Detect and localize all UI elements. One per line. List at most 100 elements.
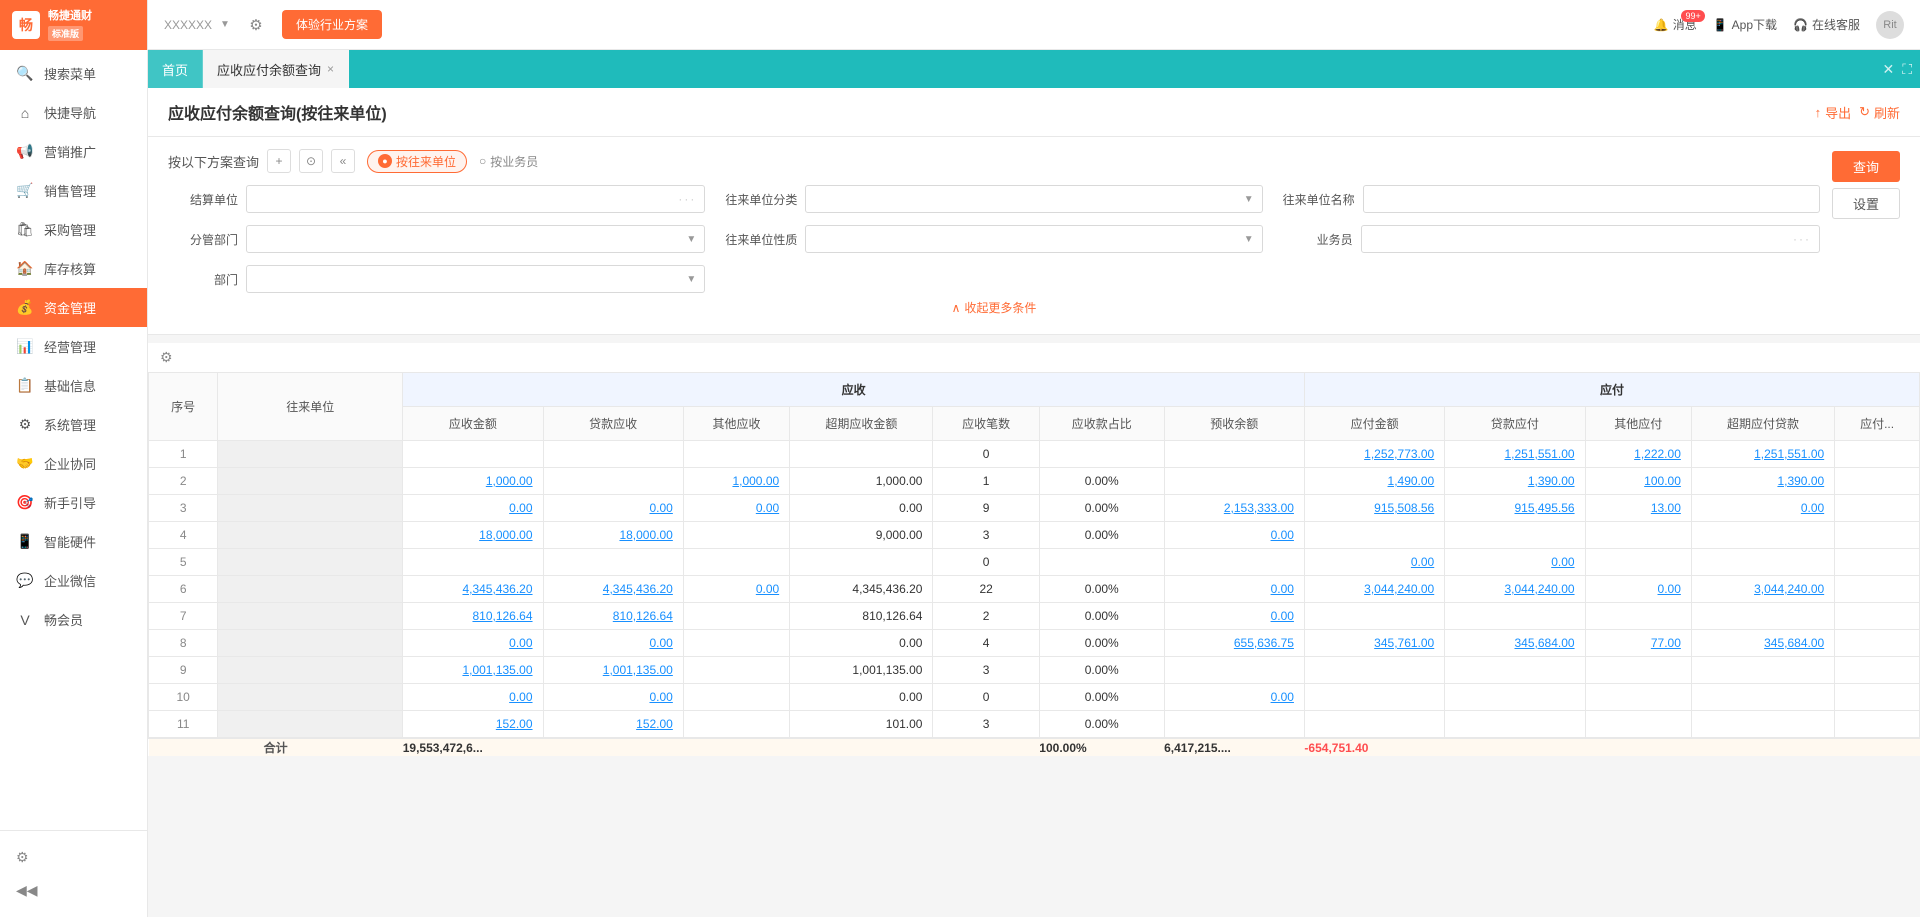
sidebar-corp-icon: 🤝: [16, 455, 34, 473]
filter-salesman-label: 按业务员: [490, 153, 538, 170]
main-content: 应收应付余额查询(按往来单位) ↑ 导出 ↻ 刷新 按以下方案查询 + ⊙ «: [148, 88, 1920, 917]
sidebar-search-icon: 🔍: [16, 65, 34, 83]
sidebar-inventory-icon: 🏠: [16, 260, 34, 278]
field-partner-nature: 往来单位性质 ▼: [725, 225, 1262, 253]
total-row: 合计 19,553,472,6... 100.00% 6,417,215....…: [149, 738, 1920, 756]
setting-button[interactable]: 设置: [1832, 188, 1900, 219]
company-cell: [218, 684, 403, 711]
total-ar-overdue: [790, 738, 933, 756]
sidebar-item-system[interactable]: ⚙ 系统管理: [0, 405, 147, 444]
tabbar-expand-icon[interactable]: ⛶: [1902, 61, 1912, 78]
sidebar-sales-icon: 🛒: [16, 182, 34, 200]
input-partner-name[interactable]: [1363, 185, 1820, 213]
sidebar-item-sales[interactable]: 🛒 销售管理: [0, 171, 147, 210]
col-ap-loan: 贷款应付: [1445, 407, 1585, 441]
input-salesman[interactable]: ···: [1361, 225, 1820, 253]
breadcrumb-caret[interactable]: ▼: [220, 19, 230, 30]
table-settings-icon[interactable]: ⚙: [160, 349, 173, 366]
input-partner-category[interactable]: ▼: [805, 185, 1262, 213]
search-grid-wrapper: 按以下方案查询 + ⊙ « ● 按往来单位 ○ 按业务员: [168, 149, 1900, 322]
table-scroll[interactable]: 序号 往来单位 应收 应付 应收金额 贷款应收 其他应收 超期应收金额 应收笔数…: [148, 372, 1920, 756]
page-actions: ↑ 导出 ↻ 刷新: [1815, 103, 1900, 122]
filter-by-company[interactable]: ● 按往来单位: [367, 150, 467, 173]
table-area: ⚙ 序号 往来单位 应收 应付 应收金额 贷款应收 其他应收 超期应收金额: [148, 343, 1920, 756]
tab-home-label: 首页: [162, 60, 188, 79]
table-body: 101,252,773.001,251,551.001,222.001,251,…: [149, 441, 1920, 739]
sidebar-item-purchase[interactable]: 🛍 采购管理: [0, 210, 147, 249]
collapse-btn[interactable]: ∧ 收起更多条件: [168, 293, 1820, 322]
promo-button[interactable]: 体验行业方案: [282, 10, 382, 39]
sidebar-corp-label: 企业协同: [44, 454, 96, 473]
table-row: 30.000.000.000.0090.00%2,153,333.00915,5…: [149, 495, 1920, 522]
col-ar-ratio: 应收款占比: [1039, 407, 1164, 441]
sidebar-item-basic[interactable]: 📋 基础信息: [0, 366, 147, 405]
sidebar-item-hardware[interactable]: 📱 智能硬件: [0, 522, 147, 561]
filter-settings-btn[interactable]: ⊙: [299, 149, 323, 173]
collapse-arrow-icon: ∧: [952, 301, 961, 315]
sidebar-settings-btn[interactable]: ⚙: [0, 841, 147, 874]
input-department[interactable]: ▼: [246, 265, 705, 293]
sidebar-logo: 畅 畅捷通财 标准版: [0, 0, 147, 50]
sidebar-finance-label: 资金管理: [44, 298, 96, 317]
sidebar-item-vip[interactable]: V 畅会员: [0, 600, 147, 639]
input-partner-nature[interactable]: ▼: [805, 225, 1262, 253]
sidebar-operation-label: 经营管理: [44, 337, 96, 356]
sidebar-item-corp[interactable]: 🤝 企业协同: [0, 444, 147, 483]
col-ar-prepay: 预收余额: [1164, 407, 1304, 441]
total-ap-more: [1835, 738, 1920, 756]
tabbar-close-icon[interactable]: ✕: [1882, 61, 1894, 78]
chevron-down-icon4: ▼: [686, 274, 696, 285]
add-filter-btn[interactable]: +: [267, 149, 291, 173]
table-settings-bar: ⚙: [148, 343, 1920, 372]
msg-badge: 99+: [1681, 10, 1704, 22]
sidebar-item-guide[interactable]: 🎯 新手引导: [0, 483, 147, 522]
sidebar-item-wechat[interactable]: 💬 企业微信: [0, 561, 147, 600]
app-download-button[interactable]: 📱 App下载: [1713, 16, 1777, 33]
bell-icon: 🔔: [1654, 18, 1669, 32]
sidebar-item-marketing[interactable]: 📢 营销推广: [0, 132, 147, 171]
export-icon: ↑: [1815, 105, 1822, 120]
input-settlement-unit[interactable]: ···: [246, 185, 705, 213]
total-label: 合计: [149, 738, 403, 756]
tab-home[interactable]: 首页: [148, 50, 203, 88]
sidebar-item-finance[interactable]: 💰 资金管理: [0, 288, 147, 327]
col-ar-count: 应收笔数: [933, 407, 1039, 441]
sidebar-item-search[interactable]: 🔍 搜索菜单: [0, 54, 147, 93]
sidebar-sales-label: 销售管理: [44, 181, 96, 200]
online-service-button[interactable]: 🎧 在线客服: [1793, 16, 1860, 33]
search-toolbar-label: 按以下方案查询: [168, 152, 259, 171]
company-cell: [218, 630, 403, 657]
chevron-down-icon2: ▼: [686, 234, 696, 245]
filter-by-salesman[interactable]: ○ 按业务员: [479, 153, 538, 170]
sidebar-marketing-icon: 📢: [16, 143, 34, 161]
refresh-label: 刷新: [1874, 103, 1900, 122]
company-cell: [218, 603, 403, 630]
col-ar-loan: 贷款应收: [543, 407, 683, 441]
collapse-icon: ◀◀: [16, 882, 38, 899]
export-button[interactable]: ↑ 导出: [1815, 103, 1852, 122]
sidebar-marketing-label: 营销推广: [44, 142, 96, 161]
user-avatar[interactable]: Rit: [1876, 11, 1904, 39]
refresh-button[interactable]: ↻ 刷新: [1859, 103, 1900, 122]
sidebar-item-quick[interactable]: ⌂ 快捷导航: [0, 93, 147, 132]
input-dept[interactable]: ▼: [246, 225, 705, 253]
query-button[interactable]: 查询: [1832, 151, 1900, 182]
sidebar-item-operation[interactable]: 📊 经营管理: [0, 327, 147, 366]
sidebar-guide-label: 新手引导: [44, 493, 96, 512]
sidebar-collapse-btn[interactable]: ◀◀: [0, 874, 147, 907]
table-row: 64,345,436.204,345,436.200.004,345,436.2…: [149, 576, 1920, 603]
filter-more-btn[interactable]: «: [331, 149, 355, 173]
page-header: 应收应付余额查询(按往来单位) ↑ 导出 ↻ 刷新: [148, 88, 1920, 137]
tab-close-icon[interactable]: ×: [327, 62, 334, 76]
sidebar-hardware-icon: 📱: [16, 533, 34, 551]
table-row: 500.000.00: [149, 549, 1920, 576]
company-cell: [218, 576, 403, 603]
total-ar-amount[interactable]: 19,553,472,6...: [403, 738, 543, 756]
msg-button[interactable]: 🔔 消息 99+: [1654, 16, 1697, 33]
col-ar-overdue: 超期应收金额: [790, 407, 933, 441]
topbar-gear-icon[interactable]: ⚙: [242, 11, 270, 39]
tab-ar-ap[interactable]: 应收应付余额查询 ×: [203, 50, 349, 88]
total-ar-prepay[interactable]: 6,417,215....: [1164, 738, 1304, 756]
sidebar-finance-icon: 💰: [16, 299, 34, 317]
sidebar-item-inventory[interactable]: 🏠 库存核算: [0, 249, 147, 288]
